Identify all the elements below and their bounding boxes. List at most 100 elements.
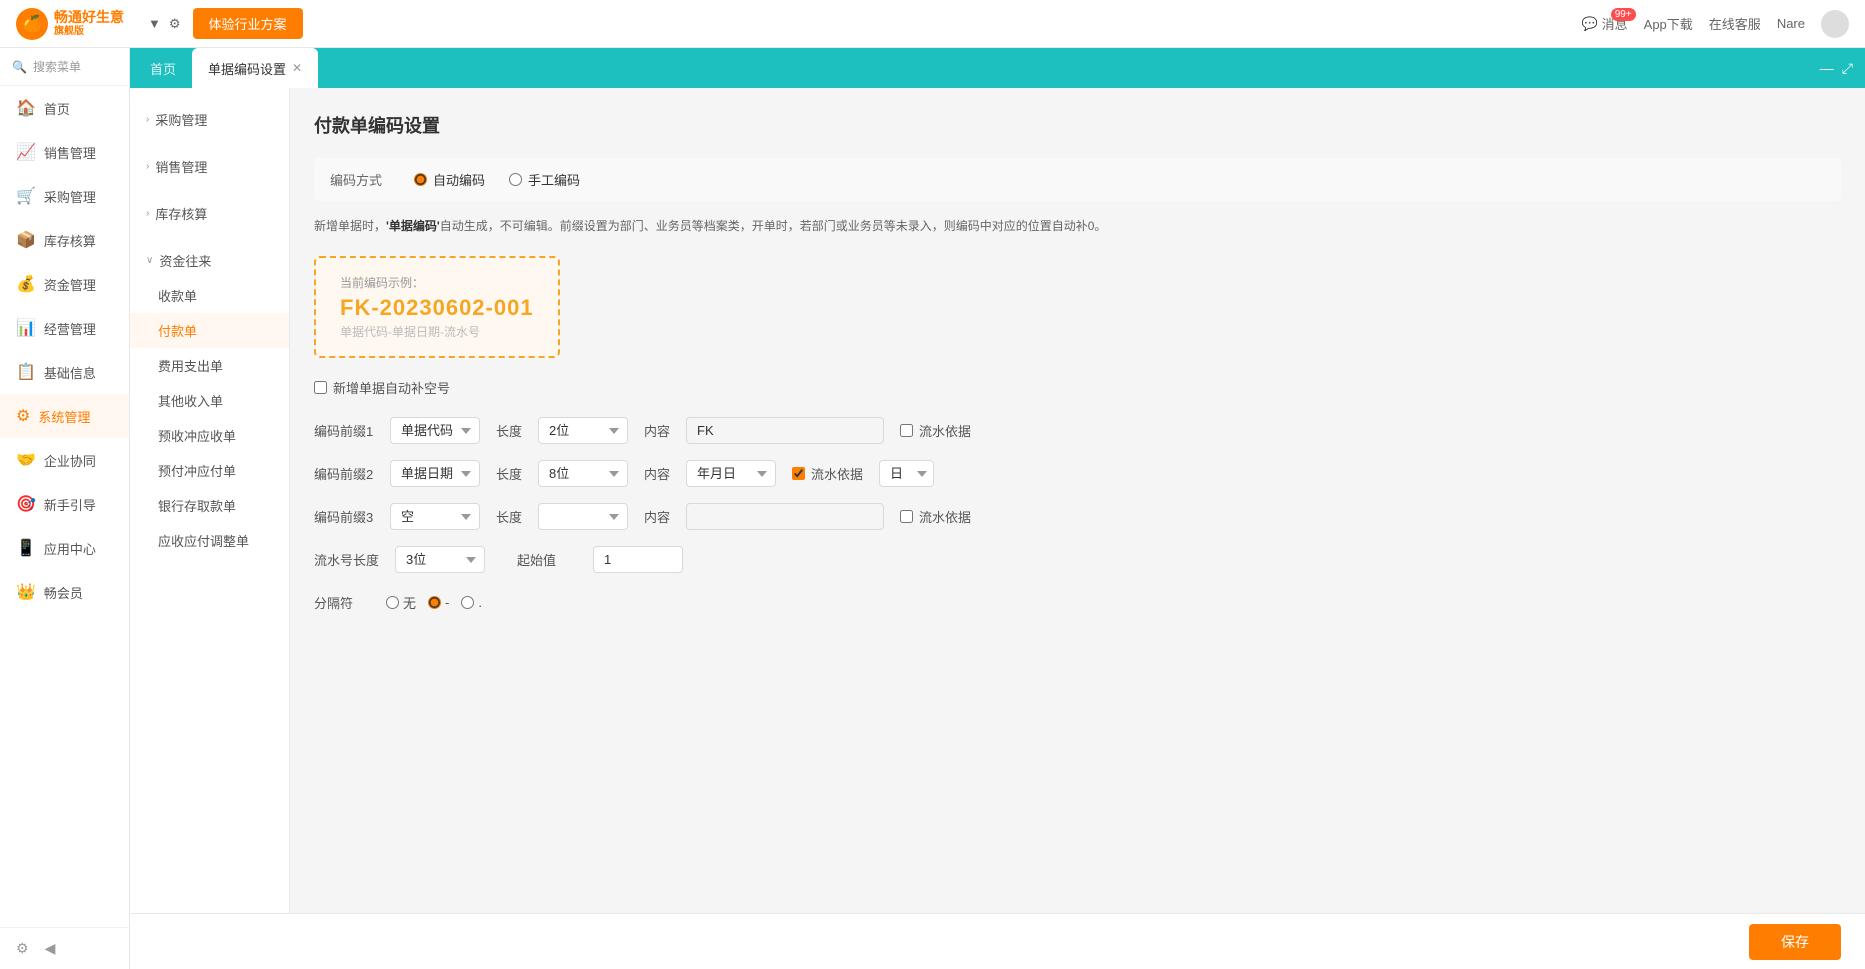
sidebar-item-home-label: 首页 (44, 99, 70, 118)
online-service-btn[interactable]: 在线客服 (1709, 14, 1761, 33)
sub-item-expense[interactable]: 费用支出单 (130, 348, 289, 383)
encoding-method-row: 编码方式 自动编码 手工编码 (314, 158, 1841, 201)
sub-item-payment[interactable]: 付款单 (130, 313, 289, 348)
sidebar-item-apps[interactable]: 📱 应用中心 (0, 526, 129, 570)
start-value-input[interactable] (593, 546, 683, 573)
sub-group-funds-header[interactable]: ∨ 资金往来 (130, 243, 289, 278)
message-btn[interactable]: 💬 消息 99+ (1581, 14, 1627, 33)
tab-close-icon[interactable]: ✕ (292, 61, 302, 75)
main-sidebar: 🔍 搜索菜单 🏠 首页 📈 销售管理 🛒 采购管理 📦 库存核算 💰 资金管理 … (0, 48, 130, 969)
prefix2-content-select[interactable]: 年月日 年月 年 (686, 460, 776, 487)
app-name: 畅通好生意 (54, 9, 124, 26)
sidebar-item-home[interactable]: 🏠 首页 (0, 86, 129, 130)
dropdown-nav[interactable]: ▼ (148, 16, 161, 31)
sub-item-adjust[interactable]: 应收应付调整单 (130, 523, 289, 558)
app-download-btn[interactable]: App下载 (1644, 14, 1693, 33)
sub-item-prepay-offset[interactable]: 预收冲应收单 (130, 418, 289, 453)
minimize-icon[interactable]: — (1820, 60, 1834, 77)
sidebar-item-member[interactable]: 👑 畅会员 (0, 570, 129, 614)
sub-item-other-income[interactable]: 其他收入单 (130, 383, 289, 418)
experience-btn[interactable]: 体验行业方案 (193, 8, 303, 39)
separator-row: 分隔符 无 - . (314, 593, 1841, 612)
sub-group-sales-label: 销售管理 (155, 157, 207, 176)
tab-home-label: 首页 (150, 59, 176, 78)
auto-encode-option[interactable]: 自动编码 (414, 170, 485, 189)
prefix2-length-select[interactable]: 2位 4位 6位 8位 (538, 460, 628, 487)
sub-item-prepaid-offset[interactable]: 预付冲应付单 (130, 453, 289, 488)
sub-group-purchase-label: 采购管理 (155, 110, 207, 129)
sub-group-inventory: › 库存核算 (130, 190, 289, 237)
maximize-icon[interactable]: ⤢ (1842, 60, 1853, 77)
sidebar-item-guide[interactable]: 🎯 新手引导 (0, 482, 129, 526)
arrow-right-icon: › (146, 114, 149, 125)
sub-item-bank[interactable]: 银行存取款单 (130, 488, 289, 523)
preview-box: 当前编码示例： FK-20230602-001 单据代码-单据日期-流水号 (314, 256, 560, 358)
prefix3-select[interactable]: 单据代码 单据日期 空 (390, 503, 480, 530)
prefix2-label: 编码前缀2 (314, 464, 374, 483)
sidebar-item-inventory[interactable]: 📦 库存核算 (0, 218, 129, 262)
sidebar-item-basic[interactable]: 📋 基础信息 (0, 350, 129, 394)
prefix1-length-select[interactable]: 2位 4位 6位 (538, 417, 628, 444)
separator-dash-radio[interactable] (428, 596, 441, 609)
prefix2-length-label: 长度 (496, 464, 522, 483)
separator-none-label: 无 (403, 593, 416, 612)
sub-group-purchase-header[interactable]: › 采购管理 (130, 102, 289, 137)
manual-encode-label: 手工编码 (528, 170, 580, 189)
manual-encode-radio[interactable] (509, 173, 522, 186)
sub-group-sales-header[interactable]: › 销售管理 (130, 149, 289, 184)
arrow-down-icon: ∨ (146, 255, 153, 266)
separator-dash-option[interactable]: - (428, 595, 449, 610)
auto-fill-label: 新增单据自动补空号 (333, 378, 450, 397)
user-avatar[interactable] (1821, 10, 1849, 38)
separator-dot-radio[interactable] (461, 596, 474, 609)
prefix3-content-input (686, 503, 884, 530)
management-icon: 📊 (16, 318, 36, 338)
serial-length-label: 流水号长度 (314, 550, 379, 569)
save-button[interactable]: 保存 (1749, 924, 1841, 960)
sidebar-item-system[interactable]: ⚙ 系统管理 (0, 394, 129, 438)
prefix3-length-select[interactable]: 2位 (538, 503, 628, 530)
serial-length-select[interactable]: 2位 3位 4位 (395, 546, 485, 573)
sidebar-item-enterprise[interactable]: 🤝 企业协同 (0, 438, 129, 482)
app-edition: 旗舰版 (54, 26, 124, 38)
auto-fill-checkbox[interactable] (314, 381, 327, 394)
sidebar-item-guide-label: 新手引导 (44, 495, 96, 514)
separator-none-option[interactable]: 无 (386, 593, 416, 612)
sub-sidebar: › 采购管理 › 销售管理 › 库存核算 (130, 88, 290, 969)
page-title: 付款单编码设置 (314, 112, 1841, 138)
sidebar-item-management[interactable]: 📊 经营管理 (0, 306, 129, 350)
sidebar-item-sales[interactable]: 📈 销售管理 (0, 130, 129, 174)
search-menu[interactable]: 🔍 搜索菜单 (0, 48, 129, 86)
topbar: 🍊 畅通好生意 旗舰版 ▼ ⚙ 体验行业方案 💬 消息 99+ App下载 在线… (0, 0, 1865, 48)
settings-bottom-icon[interactable]: ⚙ (16, 940, 29, 957)
sidebar-item-apps-label: 应用中心 (44, 539, 96, 558)
collapse-icon[interactable]: ◀ (45, 940, 56, 957)
prefix1-select[interactable]: 单据代码 单据日期 空 (390, 417, 480, 444)
separator-none-radio[interactable] (386, 596, 399, 609)
sidebar-item-finance[interactable]: 💰 资金管理 (0, 262, 129, 306)
auto-encode-label: 自动编码 (433, 170, 485, 189)
separator-dash-label: - (445, 595, 449, 610)
prefix3-select-wrap: 单据代码 单据日期 空 (390, 503, 480, 530)
sidebar-item-management-label: 经营管理 (44, 319, 96, 338)
finance-icon: 💰 (16, 274, 36, 294)
tabbar-actions: — ⤢ (1820, 60, 1865, 77)
sub-group-inventory-header[interactable]: › 库存核算 (130, 196, 289, 231)
tab-home[interactable]: 首页 (134, 48, 192, 88)
separator-dot-option[interactable]: . (461, 595, 482, 610)
sidebar-item-purchase[interactable]: 🛒 采购管理 (0, 174, 129, 218)
preview-code: FK-20230602-001 (340, 295, 534, 321)
prefix1-stream-checkbox[interactable] (900, 424, 913, 437)
auto-encode-radio[interactable] (414, 173, 427, 186)
manual-encode-option[interactable]: 手工编码 (509, 170, 580, 189)
sub-item-receipt[interactable]: 收款单 (130, 278, 289, 313)
prefix2-day-select[interactable]: 日 月 年 (879, 460, 934, 487)
settings-icon[interactable]: ⚙ (169, 16, 181, 32)
prefix2-select[interactable]: 单据代码 单据日期 空 (390, 460, 480, 487)
bottom-bar: 保存 (130, 913, 1865, 969)
prefix3-stream-checkbox[interactable] (900, 510, 913, 523)
prefix2-stream-checkbox[interactable] (792, 467, 805, 480)
prefix1-stream-wrap: 流水依据 (900, 421, 971, 440)
topbar-nav: ▼ ⚙ (148, 16, 181, 32)
tab-encoding-settings[interactable]: 单据编码设置 ✕ (192, 48, 318, 88)
